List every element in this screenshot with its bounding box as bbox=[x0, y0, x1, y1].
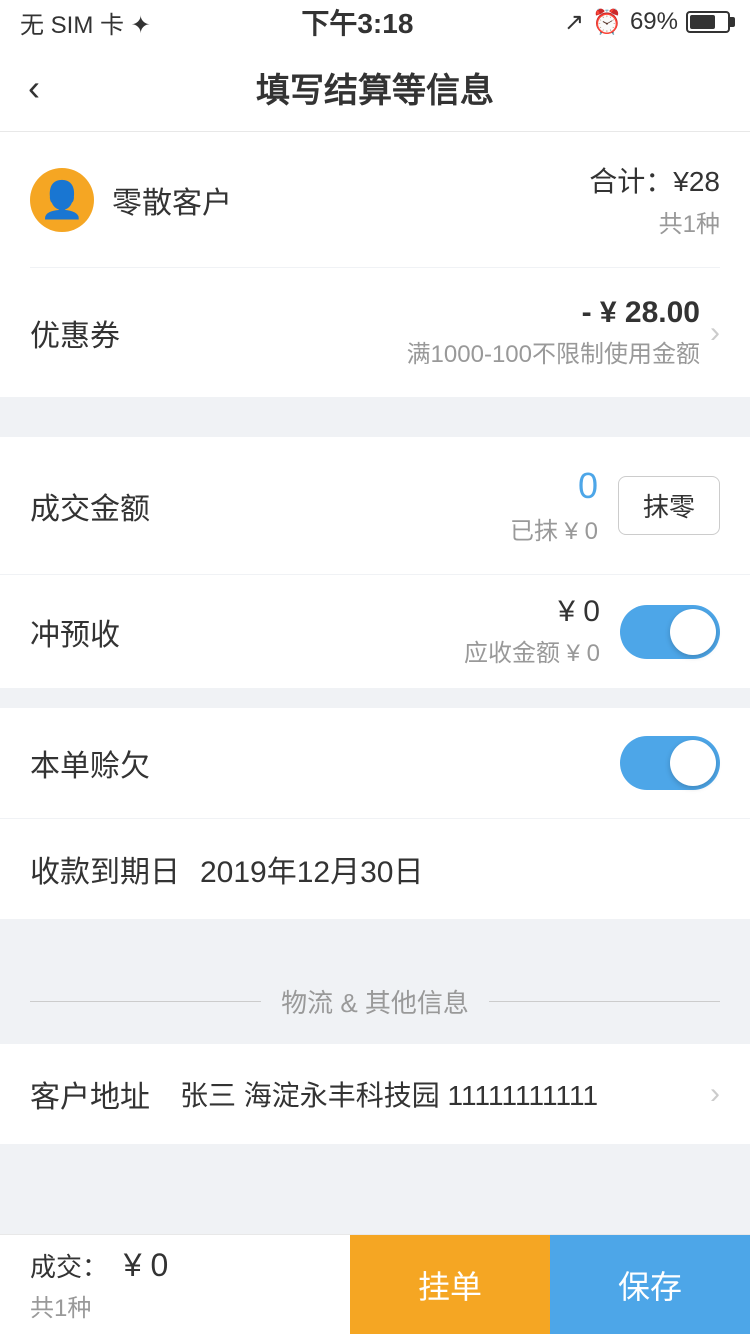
toggle-thumb bbox=[670, 609, 716, 655]
logistics-text: 物流 & 其他信息 bbox=[281, 983, 469, 1020]
transaction-amount-col: 0 已抹 ¥ 0 bbox=[510, 465, 598, 546]
coupon-discount: - ¥ 28.00 bbox=[407, 296, 700, 330]
customer-row: 👤 零散客户 合计：¥28 共1种 bbox=[0, 132, 750, 267]
debt-card: 本单赊欠 收款到期日 2019年12月30日 bbox=[0, 708, 750, 919]
debt-label: 本单赊欠 bbox=[30, 741, 150, 785]
back-button[interactable]: ‹ bbox=[28, 67, 40, 109]
status-time: 下午3:18 bbox=[301, 2, 413, 42]
logistics-line-right bbox=[489, 1001, 720, 1002]
transaction-row: 成交金额 0 已抹 ¥ 0 抹零 bbox=[0, 437, 750, 574]
address-value: 张三 海淀永丰科技园 11111111111 bbox=[180, 1074, 710, 1114]
location-icon: ↗ bbox=[564, 8, 584, 37]
status-right: ↗ ⏰ 69% bbox=[564, 8, 730, 37]
customer-left: 👤 零散客户 bbox=[30, 168, 232, 232]
bottom-transaction-amount: ¥ 0 bbox=[124, 1247, 168, 1283]
flush-sub-amount: 应收金额 ¥ 0 bbox=[464, 633, 600, 668]
address-chevron-icon: › bbox=[710, 1077, 720, 1111]
nav-title: 填写结算等信息 bbox=[256, 63, 494, 112]
debt-row: 本单赊欠 bbox=[0, 708, 750, 818]
status-bar: 无 SIM 卡 ✦ 下午3:18 ↗ ⏰ 69% bbox=[0, 0, 750, 44]
bottom-info: 成交： ¥ 0 共1种 bbox=[0, 1247, 350, 1323]
flush-label: 冲预收 bbox=[30, 610, 120, 654]
round-button[interactable]: 抹零 bbox=[618, 476, 720, 535]
content: 👤 零散客户 合计：¥28 共1种 优惠券 - ¥ 28.00 满1000-10… bbox=[0, 132, 750, 1264]
sim-text: 无 SIM 卡 ✦ bbox=[20, 5, 151, 40]
debt-toggle[interactable] bbox=[620, 736, 720, 790]
total-count: 共1种 bbox=[589, 204, 720, 239]
bottom-bar: 成交： ¥ 0 共1种 挂单 保存 bbox=[0, 1234, 750, 1334]
section-sep-2 bbox=[0, 688, 750, 708]
due-date-value: 2019年12月30日 bbox=[200, 847, 423, 891]
coupon-row[interactable]: 优惠券 - ¥ 28.00 满1000-100不限制使用金额 › bbox=[0, 268, 750, 397]
customer-name: 零散客户 bbox=[112, 178, 232, 222]
battery-percent: 69% bbox=[630, 8, 678, 36]
customer-right: 合计：¥28 共1种 bbox=[589, 160, 720, 239]
transaction-amount: 0 bbox=[510, 465, 598, 507]
transaction-deducted: 已抹 ¥ 0 bbox=[510, 511, 598, 546]
bottom-transaction-label: 成交： bbox=[30, 1252, 108, 1282]
logistics-header: 物流 & 其他信息 bbox=[0, 959, 750, 1044]
coupon-info-col: - ¥ 28.00 满1000-100不限制使用金额 bbox=[407, 296, 700, 369]
nav-bar: ‹ 填写结算等信息 bbox=[0, 44, 750, 132]
chevron-right-icon: › bbox=[710, 316, 720, 350]
flush-right: ¥ 0 应收金额 ¥ 0 bbox=[464, 595, 720, 668]
flush-row: 冲预收 ¥ 0 应收金额 ¥ 0 bbox=[0, 574, 750, 688]
status-left: 无 SIM 卡 ✦ bbox=[20, 5, 151, 40]
flush-main-amount: ¥ 0 bbox=[464, 595, 600, 629]
bottom-count: 共1种 bbox=[30, 1288, 320, 1323]
back-icon: ‹ bbox=[28, 67, 40, 108]
customer-card: 👤 零散客户 合计：¥28 共1种 优惠券 - ¥ 28.00 满1000-10… bbox=[0, 132, 750, 397]
avatar-icon: 👤 bbox=[40, 179, 85, 221]
flush-toggle[interactable] bbox=[620, 605, 720, 659]
debt-toggle-thumb bbox=[670, 740, 716, 786]
transaction-right: 0 已抹 ¥ 0 抹零 bbox=[510, 465, 720, 546]
address-row[interactable]: 客户地址 张三 海淀永丰科技园 11111111111 › bbox=[0, 1044, 750, 1144]
coupon-right: - ¥ 28.00 满1000-100不限制使用金额 › bbox=[407, 296, 720, 369]
transaction-label: 成交金额 bbox=[30, 484, 150, 528]
coupon-description: 满1000-100不限制使用金额 bbox=[407, 334, 700, 369]
flush-amounts: ¥ 0 应收金额 ¥ 0 bbox=[464, 595, 600, 668]
total-amount: 合计：¥28 bbox=[589, 160, 720, 200]
save-button[interactable]: 保存 bbox=[550, 1235, 750, 1334]
logistics-line-left bbox=[30, 1001, 261, 1002]
section-sep-3 bbox=[0, 939, 750, 959]
due-date-row: 收款到期日 2019年12月30日 bbox=[0, 818, 750, 919]
customer-avatar: 👤 bbox=[30, 168, 94, 232]
transaction-section: 成交金额 0 已抹 ¥ 0 抹零 冲预收 ¥ 0 应收金额 ¥ 0 bbox=[0, 437, 750, 688]
coupon-label: 优惠券 bbox=[30, 311, 120, 355]
battery-icon bbox=[686, 11, 730, 33]
section-sep-1 bbox=[0, 417, 750, 437]
due-date-label: 收款到期日 bbox=[30, 847, 180, 891]
address-label: 客户地址 bbox=[30, 1072, 150, 1116]
bottom-transaction-row: 成交： ¥ 0 bbox=[30, 1247, 320, 1284]
alarm-icon: ⏰ bbox=[592, 8, 622, 37]
hang-button[interactable]: 挂单 bbox=[350, 1235, 550, 1334]
